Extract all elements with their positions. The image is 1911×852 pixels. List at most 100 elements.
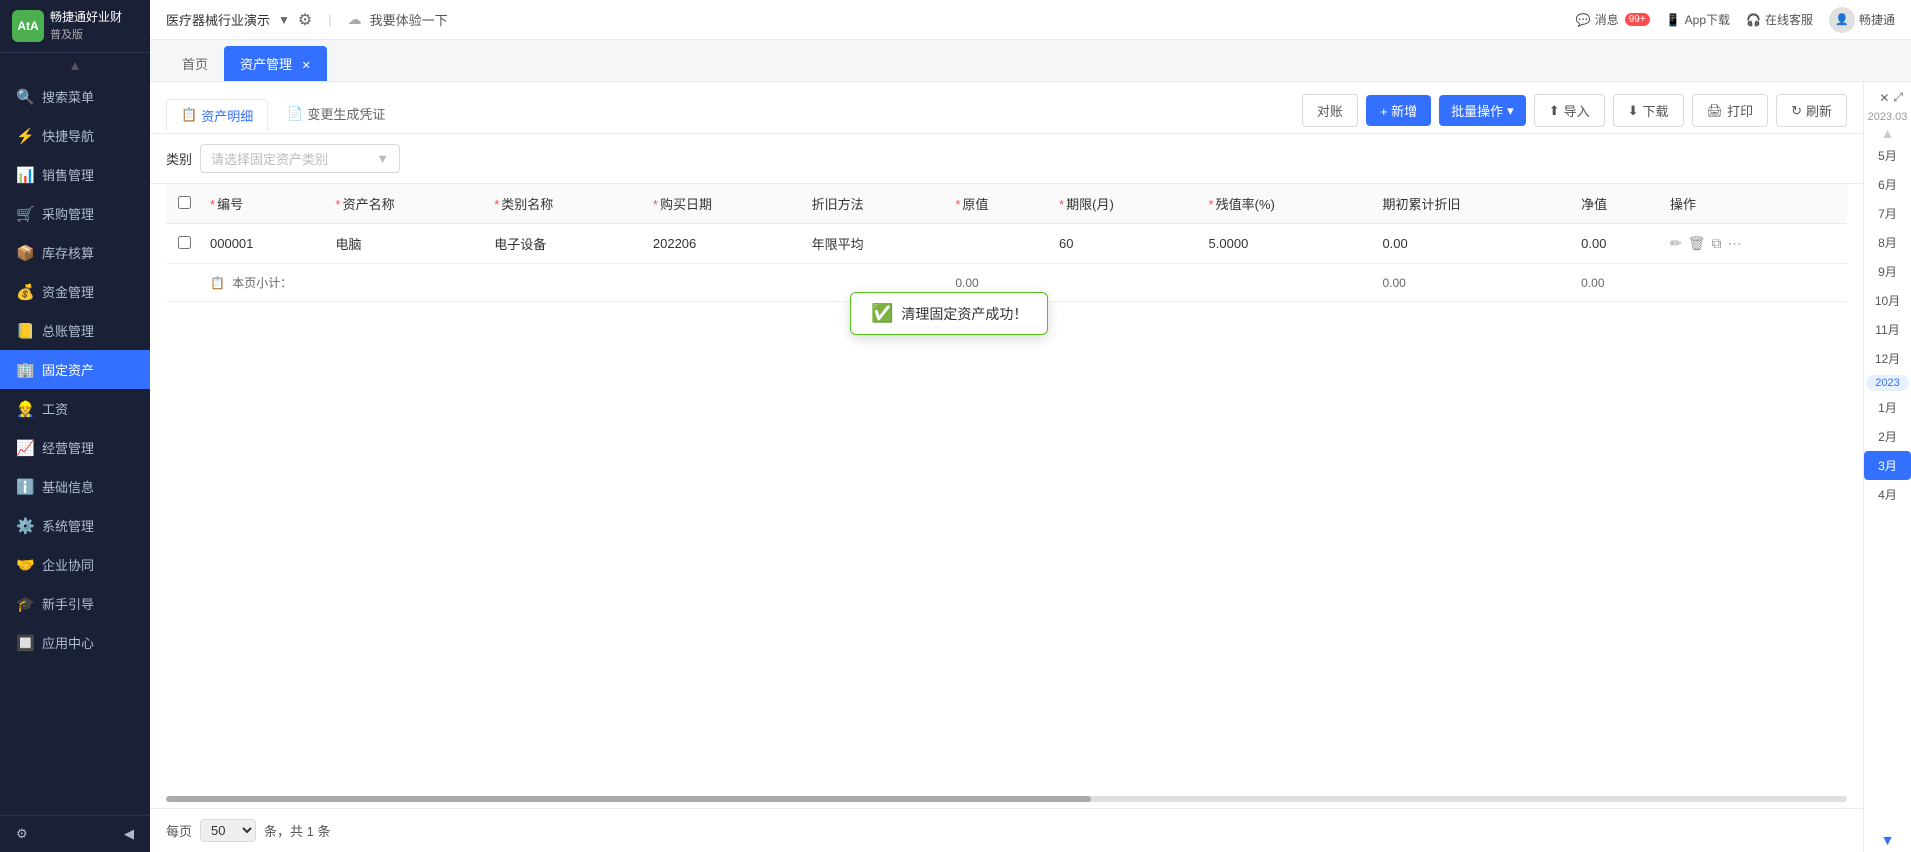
sidebar-item-label: 基础信息	[42, 477, 94, 496]
reconcile-button[interactable]: 对账	[1302, 94, 1358, 127]
sidebar-item-operations[interactable]: 📈 经营管理	[0, 428, 150, 467]
header-period: *期限(月)	[1051, 184, 1201, 224]
sidebar-item-guide[interactable]: 🎓 新手引导	[0, 584, 150, 623]
search-icon: 🔍	[16, 88, 34, 106]
cal-month-8[interactable]: 8月	[1864, 228, 1911, 257]
sidebar-item-basic-info[interactable]: ℹ️ 基础信息	[0, 467, 150, 506]
select-all-checkbox[interactable]	[178, 196, 191, 209]
collapse-icon[interactable]: ◀	[124, 826, 134, 842]
header-residual-rate: *残值率(%)	[1201, 184, 1375, 224]
tab-close-icon[interactable]: ✕	[302, 60, 311, 72]
row-checkbox-cell	[166, 224, 202, 264]
system-icon: ⚙️	[16, 517, 34, 535]
panel-up-arrow[interactable]: ▲	[1881, 125, 1895, 141]
row-checkbox[interactable]	[178, 236, 191, 249]
sidebar-item-inventory[interactable]: 📦 库存核算	[0, 233, 150, 272]
cal-month-10[interactable]: 10月	[1864, 286, 1911, 315]
sidebar-item-payroll[interactable]: 👷 工资	[0, 389, 150, 428]
sidebar-item-funds[interactable]: 💰 资金管理	[0, 272, 150, 311]
sidebar-item-purchase[interactable]: 🛒 采购管理	[0, 194, 150, 233]
topbar-online-service[interactable]: 🎧 在线客服	[1746, 11, 1813, 28]
sub-tab-asset-detail[interactable]: 📋 资产明细	[166, 99, 268, 131]
cal-month-2024-4[interactable]: 4月	[1864, 480, 1911, 509]
cal-month-2024-2[interactable]: 2月	[1864, 422, 1911, 451]
header-initial-depreciation: 期初累计折旧	[1374, 184, 1573, 224]
topbar-app-download[interactable]: 📱 App下载	[1666, 11, 1730, 28]
download-button[interactable]: ⬇ 下载	[1613, 94, 1684, 127]
fixed-assets-icon: 🏢	[16, 361, 34, 379]
app-download-icon: 📱	[1666, 13, 1681, 27]
cal-month-11[interactable]: 11月	[1864, 315, 1911, 344]
row-period: 60	[1051, 224, 1201, 264]
sidebar-item-label: 工资	[42, 399, 68, 418]
cal-month-2024-3[interactable]: 3月	[1864, 451, 1911, 480]
sidebar-item-label: 应用中心	[42, 633, 94, 652]
import-label: 导入	[1564, 101, 1590, 120]
row-purchase-date: 202206	[645, 224, 804, 264]
app-name-block: 畅捷通好业财 普及版	[50, 10, 122, 42]
sidebar-item-label: 固定资产	[42, 360, 94, 379]
settings-icon[interactable]: ⚙	[16, 826, 28, 842]
expand-panel-icon[interactable]: ⤢	[1893, 90, 1903, 105]
right-panel-header: ✕ ⤢	[1864, 86, 1911, 109]
sidebar-item-sales[interactable]: 📊 销售管理	[0, 155, 150, 194]
import-icon: ⬆	[1549, 103, 1560, 119]
refresh-button[interactable]: ↻ 刷新	[1776, 94, 1847, 127]
sidebar-item-fixed-assets[interactable]: 🏢 固定资产	[0, 350, 150, 389]
tab-asset-mgmt[interactable]: 资产管理 ✕	[224, 46, 327, 81]
cal-month-12[interactable]: 12月	[1864, 344, 1911, 373]
table-row: 000001 电脑 电子设备 202206 年限平均 60 5.0000 0.0…	[166, 224, 1847, 264]
header-actions: 操作	[1662, 184, 1847, 224]
more-icon[interactable]: ⋯	[1727, 235, 1741, 252]
filter-select[interactable]: 请选择固定资产类别 ▼	[200, 144, 400, 173]
sidebar: AtA 畅捷通好业财 普及版 ▲ 🔍 搜索菜单 ⚡ 快捷导航 📊 销售管理 🛒 …	[0, 0, 150, 852]
tab-home[interactable]: 首页	[166, 46, 224, 81]
sub-tabs: 📋 资产明细 📄 变更生成凭证 对账 + 新增 批量操作 ▾ ⬆	[150, 82, 1863, 134]
sidebar-item-label: 经营管理	[42, 438, 94, 457]
copy-icon[interactable]: ⧉	[1711, 235, 1721, 252]
cal-month-2024-1[interactable]: 1月	[1864, 393, 1911, 422]
table-header-row: *编号 *资产名称 *类别名称 *购买日期 折旧方法 *原值 *期限(月) *残…	[166, 184, 1847, 224]
sidebar-scroll-up[interactable]: ▲	[68, 57, 82, 73]
cal-month-7[interactable]: 7月	[1864, 199, 1911, 228]
basic-info-icon: ℹ️	[16, 478, 34, 496]
action-icons-group: ✏ 🗑 ⧉ ⋯	[1670, 235, 1839, 252]
subtotal-label: 📋 本页小计：	[202, 264, 947, 302]
cal-month-5[interactable]: 5月	[1864, 141, 1911, 170]
topbar-experience-text[interactable]: 我要体验一下	[370, 10, 448, 29]
sidebar-item-search[interactable]: 🔍 搜索菜单	[0, 77, 150, 116]
sidebar-item-ledger[interactable]: 📒 总账管理	[0, 311, 150, 350]
scrollbar-thumb	[166, 796, 1091, 802]
download-icon: ⬇	[1628, 103, 1639, 119]
batch-button[interactable]: 批量操作 ▾	[1439, 95, 1526, 126]
sidebar-item-enterprise[interactable]: 🤝 企业协同	[0, 545, 150, 584]
header-purchase-date: *购买日期	[645, 184, 804, 224]
new-button[interactable]: + 新增	[1366, 95, 1431, 126]
page-size-select[interactable]: 50 100	[200, 819, 256, 842]
topbar-user[interactable]: 👤 畅捷通	[1829, 7, 1895, 33]
close-panel-icon[interactable]: ✕	[1879, 91, 1889, 105]
print-button[interactable]: 🖨 打印	[1692, 94, 1769, 127]
sidebar-item-label: 新手引导	[42, 594, 94, 613]
sidebar-item-system[interactable]: ⚙️ 系统管理	[0, 506, 150, 545]
inventory-icon: 📦	[16, 244, 34, 262]
topbar-settings-icon[interactable]: ⚙	[298, 10, 312, 30]
app-version: 普及版	[50, 26, 122, 42]
sub-tab-change-voucher[interactable]: 📄 变更生成凭证	[272, 97, 400, 130]
edit-icon[interactable]: ✏	[1670, 235, 1682, 252]
row-depreciation-method: 年限平均	[804, 224, 948, 264]
import-button[interactable]: ⬆ 导入	[1534, 94, 1605, 127]
sidebar-item-apps[interactable]: 🔲 应用中心	[0, 623, 150, 662]
row-original-value	[947, 224, 1051, 264]
cal-month-9[interactable]: 9月	[1864, 257, 1911, 286]
filter-placeholder: 请选择固定资产类别	[211, 149, 328, 168]
cal-month-6[interactable]: 6月	[1864, 170, 1911, 199]
delete-icon[interactable]: 🗑	[1688, 235, 1706, 252]
topbar-messages[interactable]: 💬 消息 99+	[1576, 11, 1650, 28]
pagination: 每页 50 100 条，共 1 条	[150, 808, 1863, 852]
sidebar-menu: 🔍 搜索菜单 ⚡ 快捷导航 📊 销售管理 🛒 采购管理 📦 库存核算 💰 资金管…	[0, 77, 150, 815]
topbar-dropdown-icon[interactable]: ▼	[278, 13, 290, 27]
horizontal-scrollbar[interactable]	[166, 796, 1847, 802]
panel-down-arrow[interactable]: ▼	[1881, 832, 1895, 848]
sidebar-item-quicknav[interactable]: ⚡ 快捷导航	[0, 116, 150, 155]
